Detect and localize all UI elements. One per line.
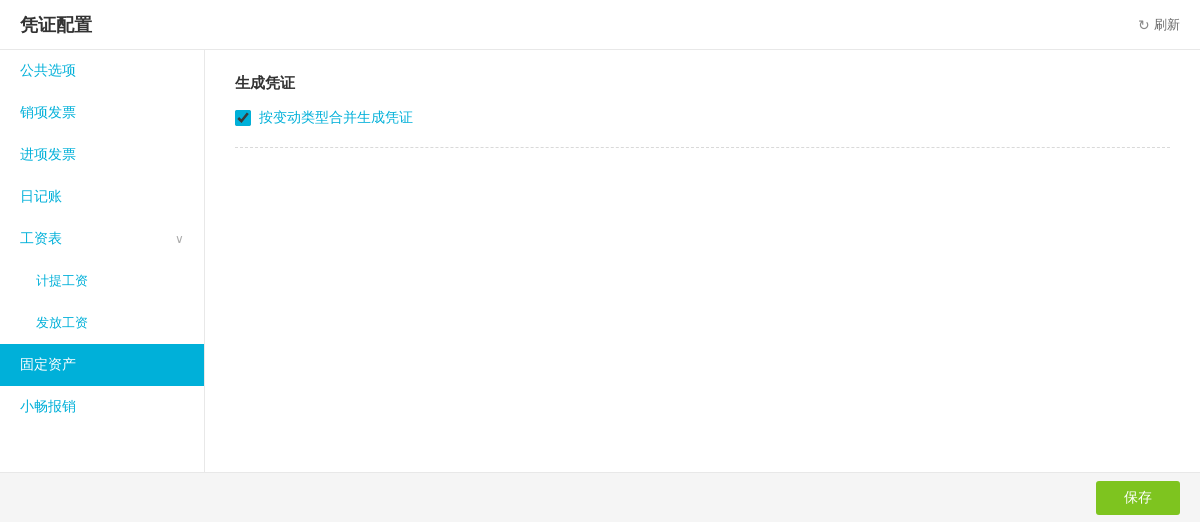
sidebar-item-label: 日记账 bbox=[20, 188, 62, 206]
sidebar-item-label: 工资表 bbox=[20, 230, 62, 248]
sidebar-item-label: 计提工资 bbox=[36, 272, 88, 290]
sidebar-item-pay-salary[interactable]: 发放工资 bbox=[0, 302, 204, 344]
page-header: 凭证配置 ↻ 刷新 bbox=[0, 0, 1200, 50]
sidebar: 公共选项 销项发票 进项发票 日记账 工资表 ∨ 计提工资 发放工资 固定资 bbox=[0, 50, 205, 472]
section-title: 生成凭证 bbox=[235, 74, 1170, 93]
content-area: 生成凭证 按变动类型合并生成凭证 bbox=[205, 50, 1200, 472]
refresh-button[interactable]: ↻ 刷新 bbox=[1138, 16, 1180, 34]
sidebar-item-public-options[interactable]: 公共选项 bbox=[0, 50, 204, 92]
sidebar-item-fixed-assets[interactable]: 固定资产 bbox=[0, 344, 204, 386]
page-wrapper: 凭证配置 ↻ 刷新 公共选项 销项发票 进项发票 日记账 工资表 ∨ bbox=[0, 0, 1200, 522]
refresh-label: 刷新 bbox=[1154, 16, 1180, 34]
sidebar-item-expense-claim[interactable]: 小畅报销 bbox=[0, 386, 204, 428]
sidebar-item-label: 销项发票 bbox=[20, 104, 76, 122]
chevron-down-icon: ∨ bbox=[175, 232, 184, 246]
page-title: 凭证配置 bbox=[20, 13, 92, 37]
sidebar-item-journal[interactable]: 日记账 bbox=[0, 176, 204, 218]
page-footer: 保存 bbox=[0, 472, 1200, 522]
checkbox-row: 按变动类型合并生成凭证 bbox=[235, 109, 1170, 127]
sidebar-item-purchase-invoice[interactable]: 进项发票 bbox=[0, 134, 204, 176]
sidebar-item-label: 固定资产 bbox=[20, 356, 76, 374]
sidebar-item-label: 发放工资 bbox=[36, 314, 88, 332]
section-divider bbox=[235, 147, 1170, 148]
merge-by-type-checkbox[interactable] bbox=[235, 110, 251, 126]
sidebar-item-label: 进项发票 bbox=[20, 146, 76, 164]
checkbox-label[interactable]: 按变动类型合并生成凭证 bbox=[259, 109, 413, 127]
main-layout: 公共选项 销项发票 进项发票 日记账 工资表 ∨ 计提工资 发放工资 固定资 bbox=[0, 50, 1200, 472]
sidebar-item-payroll-table[interactable]: 工资表 ∨ bbox=[0, 218, 204, 260]
sidebar-item-sales-invoice[interactable]: 销项发票 bbox=[0, 92, 204, 134]
sidebar-item-accrual-salary[interactable]: 计提工资 bbox=[0, 260, 204, 302]
save-button[interactable]: 保存 bbox=[1096, 481, 1180, 515]
refresh-icon: ↻ bbox=[1138, 17, 1150, 33]
sidebar-item-label: 公共选项 bbox=[20, 62, 76, 80]
sidebar-item-label: 小畅报销 bbox=[20, 398, 76, 416]
